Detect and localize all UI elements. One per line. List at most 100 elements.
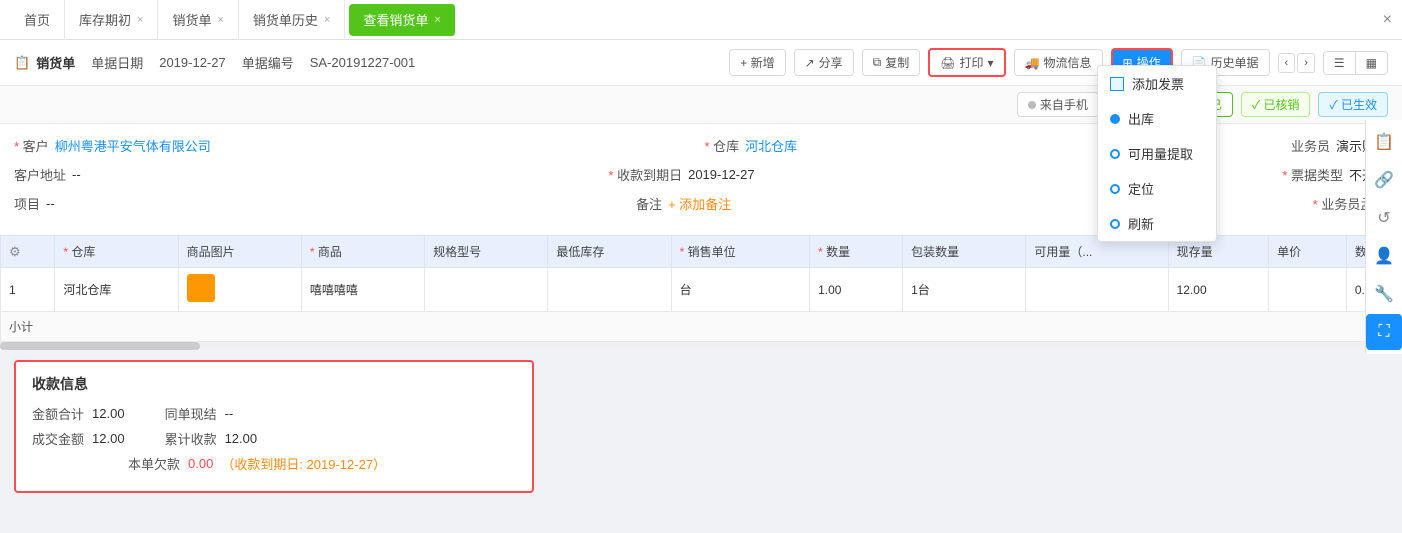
deal-amount-item: 成交金额 12.00 [32, 429, 125, 448]
close-tab-view[interactable]: × [434, 14, 440, 26]
arrears-value: 0.00 [188, 456, 213, 471]
warehouse-value[interactable]: 河北仓库 [745, 136, 797, 155]
cumulative-label: 累计收款 [165, 429, 217, 448]
doc-title-text: 销货单 [36, 53, 75, 72]
refresh-radio [1110, 219, 1120, 229]
tab-sales-history[interactable]: 销货单历史 × [239, 0, 345, 40]
col-pkg: 包装数量 [903, 236, 1026, 268]
scroll-bar[interactable] [0, 342, 1402, 350]
note-field: 备注 + 添加备注 [636, 194, 731, 213]
sidebar-doc-icon[interactable]: 📋 [1366, 124, 1402, 160]
sidebar-link-icon[interactable]: 🔗 [1366, 162, 1402, 198]
dropdown-available-qty[interactable]: 可用量提取 [1098, 136, 1216, 171]
print-icon: 🖨 [940, 56, 955, 70]
print-button[interactable]: 🖨 打印 ▾ [928, 48, 1005, 77]
warehouse-field: 仓库 河北仓库 [704, 136, 797, 155]
tab-inventory-init[interactable]: 库存期初 × [65, 0, 158, 40]
amount-total-label: 金额合计 [32, 404, 84, 423]
no-value: SA-20191227-001 [310, 55, 416, 70]
customer-value[interactable]: 柳州粤港平安气体有限公司 [55, 136, 211, 155]
close-tab-history[interactable]: × [324, 14, 330, 26]
share-button[interactable]: ↗ 分享 [794, 49, 854, 76]
scroll-thumb[interactable] [0, 342, 200, 350]
due-date-field: 收款到期日 2019-12-27 [608, 165, 754, 184]
payment-box: 收款信息 金额合计 12.00 同单现结 -- 成交金额 12.00 累计收款 … [14, 360, 534, 493]
close-tab-sales[interactable]: × [217, 14, 223, 26]
tab-home[interactable]: 首页 [10, 0, 65, 40]
logistics-button[interactable]: 🚚 物流信息 [1014, 49, 1103, 76]
cell-product: 嘻嘻嘻嘻 [301, 268, 424, 312]
doc-meta: 单据日期 2019-12-27 单据编号 SA-20191227-001 [91, 53, 415, 72]
table-row: 1 河北仓库 嘻嘻嘻嘻 台 1.00 1台 12.00 0. [1, 268, 1402, 312]
project-field: 项目 -- [14, 194, 55, 213]
from-phone-button[interactable]: 来自手机 [1017, 92, 1099, 117]
cumulative-item: 累计收款 12.00 [165, 429, 258, 448]
tab-view-sales[interactable]: 查看销货单 × [349, 4, 455, 36]
project-value: -- [46, 196, 55, 211]
sidebar-refresh-icon[interactable]: ↺ [1366, 200, 1402, 236]
cell-price [1269, 268, 1347, 312]
settings-icon: ⚙ [9, 244, 21, 259]
layout-grid-button[interactable]: ▦ [1356, 52, 1387, 74]
cell-min-stock [548, 268, 671, 312]
arrears-label: 本单欠款 [128, 454, 180, 473]
table-container: ⚙ * 仓库 商品图片 * 商品 规格型号 最低库存 * 销售单位 * 数量 包… [0, 235, 1402, 350]
new-button[interactable]: + 新增 [729, 49, 785, 76]
cell-stock: 12.00 [1168, 268, 1269, 312]
add-invoice-checkbox [1110, 77, 1124, 91]
address-field: 客户地址 -- [14, 165, 81, 184]
col-price: 单价 [1269, 236, 1347, 268]
phone-dot-icon [1028, 101, 1036, 109]
tab-bar: 首页 库存期初 × 销货单 × 销货单历史 × 查看销货单 × × [0, 0, 1402, 40]
doc-icon: 📋 [14, 55, 30, 71]
add-note-button[interactable]: + 添加备注 [668, 194, 731, 213]
cell-warehouse: 河北仓库 [55, 268, 178, 312]
ticket-type-label: 票据类型 [1282, 165, 1343, 184]
dropdown-locate[interactable]: 定位 [1098, 171, 1216, 206]
outbound-radio [1110, 114, 1120, 124]
sidebar-settings-icon[interactable]: 🔧 [1366, 276, 1402, 312]
same-order-item: 同单现结 -- [165, 404, 234, 423]
sidebar-expand-icon[interactable]: ⛶ [1366, 314, 1402, 350]
doc-actions: + 新增 ↗ 分享 ⧉ 复制 🖨 打印 ▾ 🚚 物流信息 ⊞ 操作 [729, 48, 1388, 77]
col-qty: * 数量 [810, 236, 903, 268]
copy-button[interactable]: ⧉ 复制 [862, 49, 921, 76]
cell-pkg: 1台 [903, 268, 1026, 312]
customer-label: 客户 [14, 136, 49, 155]
payment-row-3: 本单欠款 0.00 （收款到期日: 2019-12-27） [32, 454, 516, 473]
sidebar-user-icon[interactable]: 👤 [1366, 238, 1402, 274]
window-close-button[interactable]: × [1383, 11, 1392, 29]
copy-icon: ⧉ [873, 55, 882, 70]
amount-total-value: 12.00 [92, 406, 125, 421]
arrears-note: （收款到期日: 2019-12-27） [221, 454, 386, 473]
nav-arrows: ‹ › [1278, 53, 1315, 73]
no-label: 单据编号 [242, 53, 294, 72]
cell-spec [425, 268, 548, 312]
tab-sales-order[interactable]: 销货单 × [158, 0, 238, 40]
sales-table: ⚙ * 仓库 商品图片 * 商品 规格型号 最低库存 * 销售单位 * 数量 包… [0, 235, 1402, 342]
dropdown-outbound[interactable]: 出库 [1098, 101, 1216, 136]
next-button[interactable]: › [1297, 53, 1315, 73]
cumulative-value: 12.00 [225, 431, 258, 446]
staff-label: 业务员 [1291, 136, 1330, 155]
deal-amount-label: 成交金额 [32, 429, 84, 448]
product-image [187, 274, 215, 302]
cancelled-badge[interactable]: ✓ 已核销 [1241, 92, 1311, 117]
close-tab-inventory[interactable]: × [137, 14, 143, 26]
date-value: 2019-12-27 [159, 55, 226, 70]
layout-list-button[interactable]: ☰ [1324, 52, 1356, 74]
logistics-icon: 🚚 [1025, 56, 1040, 70]
prev-button[interactable]: ‹ [1278, 53, 1296, 73]
col-unit: * 销售单位 [671, 236, 809, 268]
col-spec: 规格型号 [425, 236, 548, 268]
col-settings[interactable]: ⚙ [1, 236, 55, 268]
cell-unit: 台 [671, 268, 809, 312]
due-date-label: 收款到期日 [608, 165, 682, 184]
effective-badge[interactable]: ✓ 已生效 [1318, 92, 1388, 117]
payment-title: 收款信息 [32, 374, 516, 394]
dropdown-add-invoice[interactable]: 添加发票 [1098, 66, 1216, 101]
payment-row-2: 成交金额 12.00 累计收款 12.00 [32, 429, 516, 448]
note-label: 备注 [636, 194, 662, 213]
col-img: 商品图片 [178, 236, 301, 268]
dropdown-refresh[interactable]: 刷新 [1098, 206, 1216, 241]
